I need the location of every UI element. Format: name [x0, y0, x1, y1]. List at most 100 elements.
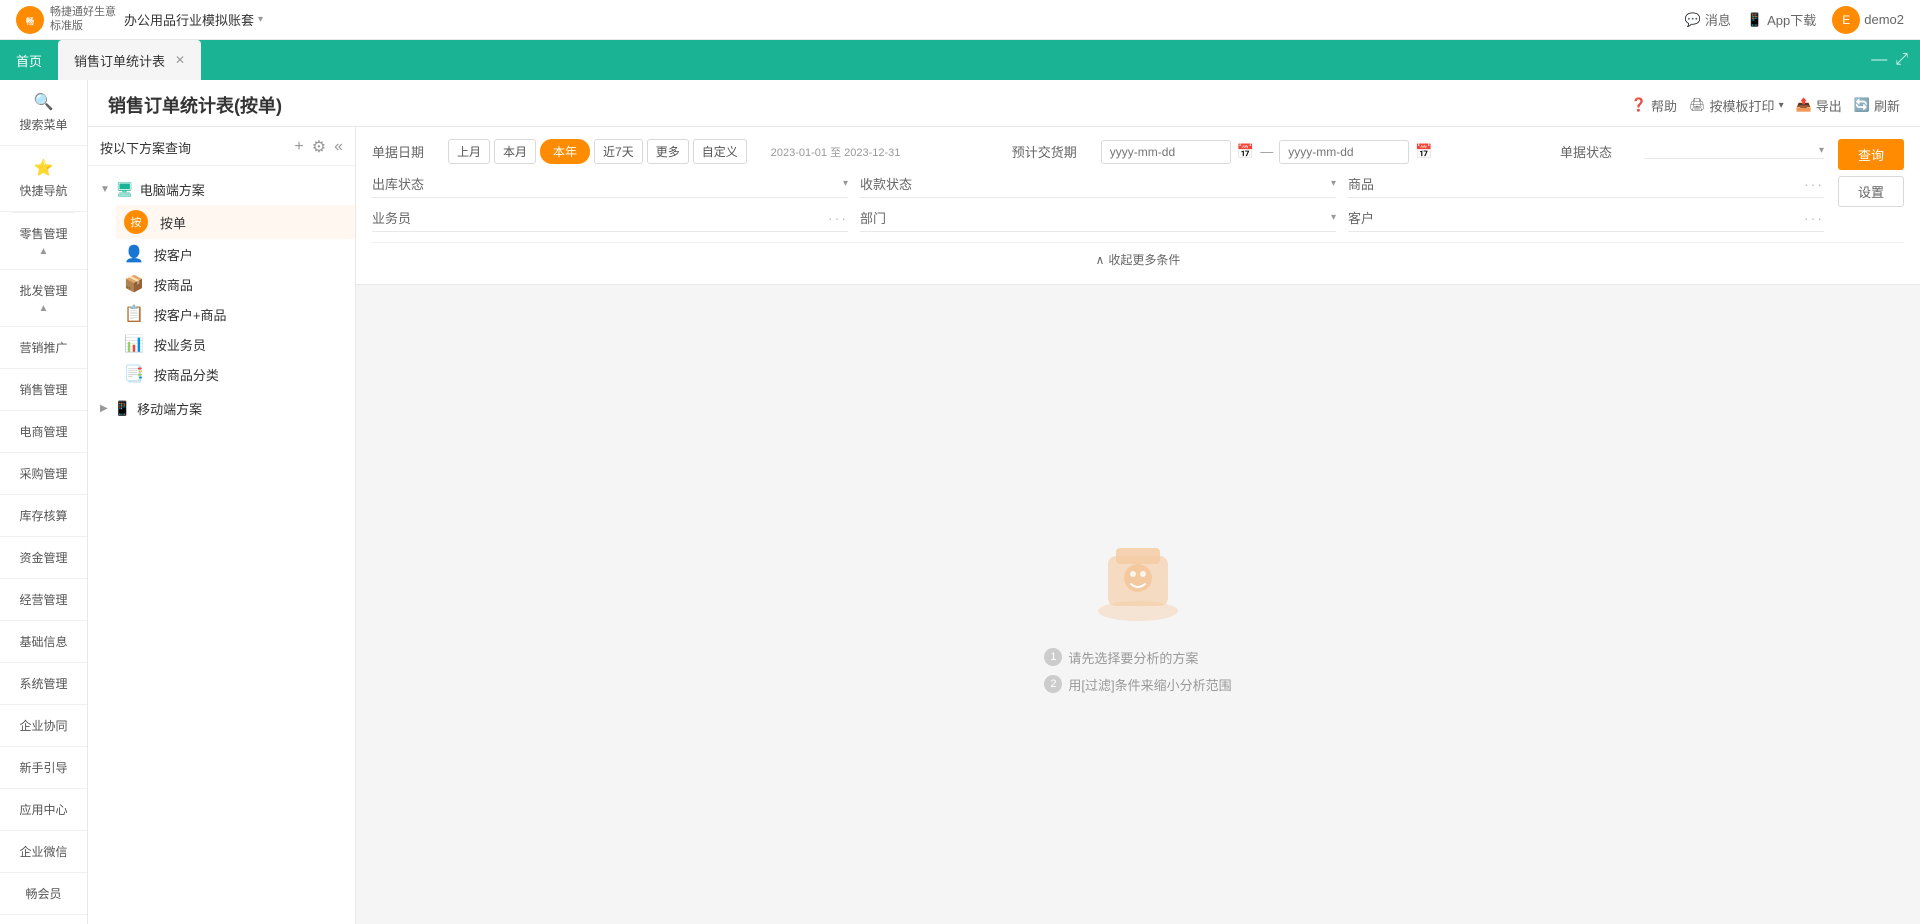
tree-arrow-icon: ▼	[100, 184, 110, 195]
sidebar-item-retail[interactable]: 零售管理 ▲	[0, 213, 87, 270]
sidebar-item-base[interactable]: 基础信息	[0, 621, 87, 663]
sidebar-search-label: 搜索菜单	[19, 116, 67, 133]
sidebar-wholesale-label: 批发管理	[19, 282, 67, 299]
tab-home-label: 首页	[16, 51, 42, 70]
tip-num-2: 2	[1044, 675, 1062, 693]
sidebar-item-sales[interactable]: 销售管理	[0, 369, 87, 411]
filter-action-buttons: 查询 设置	[1838, 139, 1904, 207]
sidebar-item-inventory[interactable]: 库存核算	[0, 495, 87, 537]
pay-status-arrow-icon[interactable]: ▾	[1331, 178, 1336, 189]
tab-home[interactable]: 首页	[0, 40, 58, 80]
tree-node-by-cust-prod[interactable]: 📋 按客户+商品	[116, 299, 355, 329]
mobile-icon: 📱	[114, 400, 131, 417]
left-panel-header: 按以下方案查询 + ⚙ «	[88, 127, 355, 166]
cust-prod-icon: 📋	[124, 304, 144, 324]
tree-node-mobile[interactable]: ▶ 📱 移动端方案	[88, 393, 355, 424]
tree-node-by-salesperson[interactable]: 📊 按业务员	[116, 329, 355, 359]
filter-container: 单据日期 上月 本月 本年 近7天 更多 自定义 2023-01-01 至 20…	[372, 139, 1904, 232]
left-panel-title: 按以下方案查询	[100, 138, 191, 157]
sidebar-item-newbie[interactable]: 新手引导	[0, 747, 87, 789]
sidebar-item-wholesale[interactable]: 批发管理 ▲	[0, 270, 87, 327]
sidebar-item-ecommerce[interactable]: 电商管理	[0, 411, 87, 453]
dept-arrow-icon[interactable]: ▾	[1331, 212, 1336, 223]
out-status-cell: 出库状态 ▾	[372, 174, 848, 198]
date-btn-custom[interactable]: 自定义	[693, 139, 747, 164]
app-download-label: App下载	[1767, 10, 1816, 29]
sidebar-base-label: 基础信息	[19, 633, 67, 650]
tree-node-pc[interactable]: ▼ 🖥 电脑端方案	[88, 174, 355, 205]
sidebar-item-finance[interactable]: 资金管理	[0, 537, 87, 579]
app-download-action[interactable]: 📱 App下载	[1747, 10, 1816, 29]
sidebar-item-corpwechat[interactable]: 企业微信	[0, 831, 87, 873]
tree-section: ▼ 🖥 电脑端方案 按 按单 👤 按客户	[88, 166, 355, 432]
maximize-button[interactable]: ⤢	[1895, 52, 1908, 68]
refresh-icon: 🔄	[1854, 97, 1870, 113]
sidebar-item-operations[interactable]: 经营管理	[0, 579, 87, 621]
out-status-arrow-icon[interactable]: ▾	[843, 178, 848, 189]
workspace-label: 办公用品行业模拟账套	[124, 10, 254, 29]
pay-status-label: 收款状态	[860, 174, 912, 193]
date-btn-lastmonth[interactable]: 上月	[448, 139, 490, 164]
settings-icon[interactable]: ⚙	[312, 137, 326, 157]
out-status-content: ▾	[432, 178, 848, 189]
sidebar-item-marketing[interactable]: 营销推广	[0, 327, 87, 369]
workspace-selector[interactable]: 办公用品行业模拟账套 ▾	[124, 10, 263, 29]
left-panel: 按以下方案查询 + ⚙ « ▼ 🖥 电脑端方案	[88, 127, 356, 924]
sidebar-item-purchase[interactable]: 采购管理	[0, 453, 87, 495]
date-quick-btns: 上月 本月 本年 近7天 更多 自定义	[448, 139, 747, 164]
tree-node-by-customer[interactable]: 👤 按客户	[116, 239, 355, 269]
print-label: 按模板打印	[1710, 96, 1775, 115]
collapse-button[interactable]: ∧ 收起更多条件	[1096, 251, 1181, 268]
logo-area: 畅 畅捷通好生意 标准版	[16, 6, 116, 34]
expected-date-from[interactable]	[1101, 140, 1231, 164]
tree-mobile-arrow-icon: ▶	[100, 403, 108, 414]
tree-node-by-category[interactable]: 📑 按商品分类	[116, 359, 355, 389]
goods-more-icon[interactable]: ···	[1804, 176, 1824, 192]
sidebar-enterprise-label: 企业协同	[19, 717, 67, 734]
filter-row-date: 单据日期 上月 本月 本年 近7天 更多 自定义 2023-01-01 至 20…	[372, 139, 1824, 164]
empty-tip-2: 2 用[过滤]条件来缩小分析范围	[1044, 675, 1231, 694]
minimize-button[interactable]: —	[1871, 52, 1887, 68]
sidebar-item-appcenter[interactable]: 应用中心	[0, 789, 87, 831]
calendar-to-icon[interactable]: 📅	[1415, 143, 1432, 160]
print-button[interactable]: 🖨 按模板打印 ▾	[1689, 96, 1784, 115]
tab-bar: 首页 销售订单统计表 ✕ — ⤢	[0, 40, 1920, 80]
collapse-panel-icon[interactable]: «	[334, 138, 343, 156]
date-btn-7days[interactable]: 近7天	[594, 139, 643, 164]
query-button[interactable]: 查询	[1838, 139, 1904, 170]
export-button[interactable]: 📤 导出	[1796, 96, 1842, 115]
sidebar-item-member[interactable]: 畅会员	[0, 873, 87, 915]
out-status-label: 出库状态	[372, 174, 424, 193]
refresh-button[interactable]: 🔄 刷新	[1854, 96, 1900, 115]
collapse-up-icon: ∧	[1096, 253, 1105, 267]
content-area: 销售订单统计表(按单) ❓ 帮助 🖨 按模板打印 ▾ 📤 导出 🔄 刷新	[88, 80, 1920, 924]
user-action[interactable]: E demo2	[1832, 6, 1904, 34]
tab-sales-order-stats[interactable]: 销售订单统计表 ✕	[58, 40, 201, 80]
setting-button[interactable]: 设置	[1838, 176, 1904, 207]
sidebar-corpwechat-label: 企业微信	[19, 843, 67, 860]
goods-content: ···	[1406, 176, 1824, 192]
message-action[interactable]: 💬 消息	[1685, 10, 1731, 29]
add-scheme-button[interactable]: +	[294, 138, 303, 156]
date-btn-thismonth[interactable]: 本月	[494, 139, 536, 164]
calendar-from-icon[interactable]: 📅	[1237, 143, 1254, 160]
salesperson-more-icon[interactable]: ···	[828, 210, 848, 226]
date-btn-thisyear[interactable]: 本年	[540, 139, 590, 164]
sidebar-item-search[interactable]: 🔍 搜索菜单	[0, 80, 87, 146]
tab-close-icon[interactable]: ✕	[175, 53, 185, 67]
tree-children-pc: 按 按单 👤 按客户 📦 按商品 📋 按客	[88, 205, 355, 389]
help-button[interactable]: ❓ 帮助	[1631, 96, 1677, 115]
customer-more-icon[interactable]: ···	[1804, 210, 1824, 226]
collapse-label: 收起更多条件	[1108, 251, 1180, 268]
sidebar-item-enterprise[interactable]: 企业协同	[0, 705, 87, 747]
sidebar-item-system[interactable]: 系统管理	[0, 663, 87, 705]
page-header: 销售订单统计表(按单) ❓ 帮助 🖨 按模板打印 ▾ 📤 导出 🔄 刷新	[88, 80, 1920, 127]
tree-node-by-product[interactable]: 📦 按商品	[116, 269, 355, 299]
dept-label: 部门	[860, 208, 910, 227]
dept-cell: 部门 ▾	[860, 208, 1336, 232]
sidebar-item-shortcuts[interactable]: ⭐ 快捷导航	[0, 146, 87, 212]
date-btn-more[interactable]: 更多	[647, 139, 689, 164]
tree-by-salesperson-label: 按业务员	[154, 335, 206, 354]
expected-date-to[interactable]	[1279, 140, 1409, 164]
tree-node-by-order[interactable]: 按 按单	[116, 205, 355, 239]
